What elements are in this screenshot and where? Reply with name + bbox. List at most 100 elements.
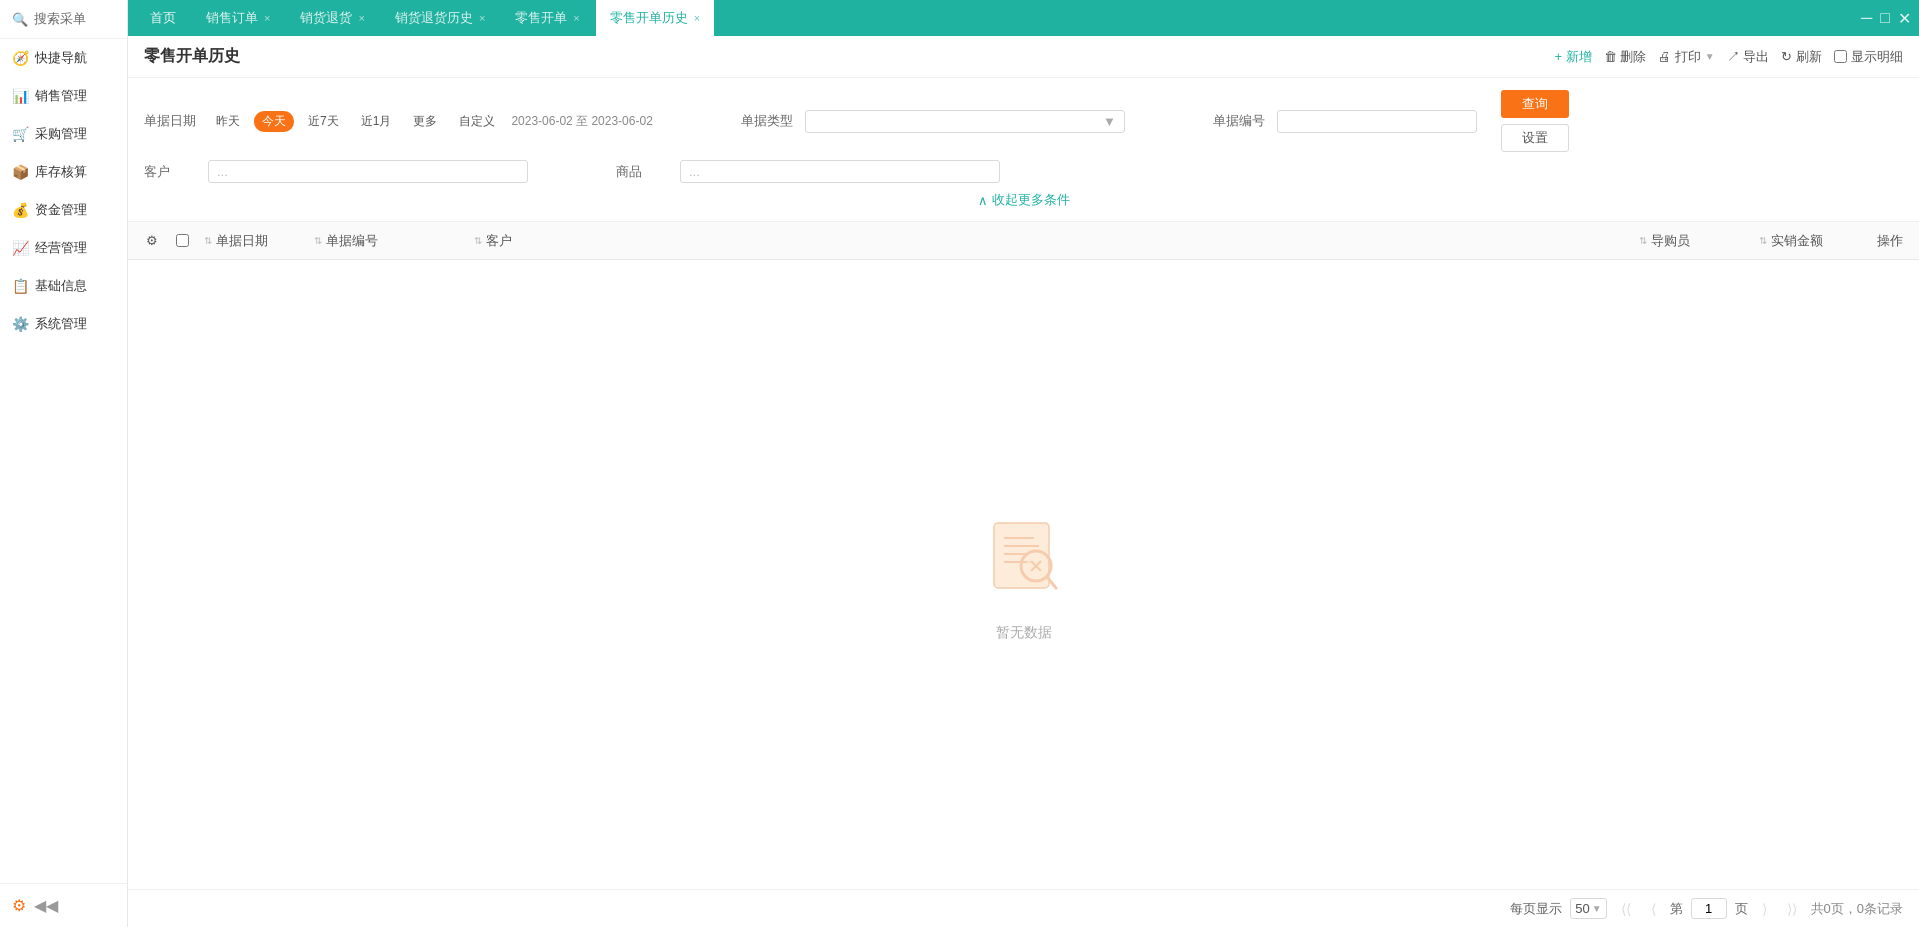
display-detail-toggle[interactable]: 显示明细 <box>1834 48 1903 66</box>
inventory-icon: 📦 <box>12 164 29 180</box>
sidebar-item-label: 库存核算 <box>35 163 87 181</box>
print-dropdown-icon[interactable]: ▼ <box>1705 51 1715 62</box>
display-detail-checkbox[interactable] <box>1834 50 1847 63</box>
tab-close-icon[interactable]: × <box>264 12 270 24</box>
date-btn-custom[interactable]: 自定义 <box>451 111 503 132</box>
collapse-filter-row[interactable]: ∧ 收起更多条件 <box>144 191 1903 209</box>
add-button[interactable]: + 新增 <box>1554 48 1591 66</box>
export-label: ↗ 导出 <box>1727 48 1770 66</box>
sidebar-collapse-icon[interactable]: ◀◀ <box>34 896 58 915</box>
page-suffix: 页 <box>1735 900 1748 918</box>
sidebar-item-label: 系统管理 <box>35 315 87 333</box>
action-buttons: 查询 设置 <box>1501 90 1569 152</box>
number-filter-label: 单据编号 <box>1213 112 1269 130</box>
table-header-guide[interactable]: ⇅ 导购员 <box>1631 232 1731 250</box>
filter-area: 单据日期 昨天 今天 近7天 近1月 更多 自定义 2023-06-02 至 2… <box>128 78 1919 222</box>
sidebar-search-label: 搜索采单 <box>34 10 86 28</box>
col-label: 操作 <box>1877 232 1903 250</box>
sidebar-item-inventory[interactable]: 📦 库存核算 <box>0 153 127 191</box>
sidebar-item-finance[interactable]: 💰 资金管理 <box>0 191 127 229</box>
col-label: 客户 <box>486 232 512 250</box>
operations-icon: 📈 <box>12 240 29 256</box>
customer-filter-select[interactable]: ... <box>208 160 528 183</box>
sidebar-item-sales-mgmt[interactable]: 📊 销售管理 <box>0 77 127 115</box>
tab-label: 销售订单 <box>206 9 258 27</box>
system-icon: ⚙️ <box>12 316 29 332</box>
tab-sales-order[interactable]: 销售订单 × <box>192 0 284 36</box>
delete-button[interactable]: 🗑 删除 <box>1604 48 1647 66</box>
window-minimize-icon[interactable]: ─ <box>1861 9 1872 27</box>
filter-settings-button[interactable]: 设置 <box>1501 124 1569 152</box>
per-page-arrow: ▼ <box>1592 903 1602 914</box>
tab-retail-history[interactable]: 零售开单历史 × <box>596 0 714 36</box>
export-button[interactable]: ↗ 导出 <box>1727 48 1770 66</box>
date-btn-today[interactable]: 今天 <box>254 111 294 132</box>
date-btn-yesterday[interactable]: 昨天 <box>208 111 248 132</box>
empty-illustration <box>974 508 1074 608</box>
date-btn-1month[interactable]: 近1月 <box>353 111 400 132</box>
table-header-customer[interactable]: ⇅ 客户 <box>466 232 1631 250</box>
table-header: ⚙ ⇅ 单据日期 ⇅ 单据编号 ⇅ 客户 ⇅ 导购员 <box>128 222 1919 260</box>
page-input[interactable] <box>1691 898 1727 919</box>
date-btn-7days[interactable]: 近7天 <box>300 111 347 132</box>
table-header-amount[interactable]: ⇅ 实销金额 <box>1731 232 1831 250</box>
sidebar-search[interactable]: 🔍 搜索采单 <box>0 0 127 39</box>
window-close-icon[interactable]: ✕ <box>1898 9 1911 28</box>
per-page-select[interactable]: 50 ▼ <box>1570 898 1606 919</box>
page-label: 第 <box>1670 900 1683 918</box>
tab-sales-return[interactable]: 销货退货 × <box>286 0 378 36</box>
date-btn-more[interactable]: 更多 <box>405 111 445 132</box>
basic-info-icon: 📋 <box>12 278 29 294</box>
date-filter-options: 昨天 今天 近7天 近1月 更多 自定义 <box>208 111 503 132</box>
tab-close-icon[interactable]: × <box>479 12 485 24</box>
add-label: + 新增 <box>1554 48 1591 66</box>
tab-label: 销货退货 <box>300 9 352 27</box>
tabs-list: 首页 销售订单 × 销货退货 × 销货退货历史 × 零售开单 × 零售开单历史 … <box>136 0 714 36</box>
date-range-display: 2023-06-02 至 2023-06-02 <box>511 113 652 130</box>
select-all-checkbox[interactable] <box>176 234 189 247</box>
goods-filter-select[interactable]: ... <box>680 160 1000 183</box>
table-area: ⚙ ⇅ 单据日期 ⇅ 单据编号 ⇅ 客户 ⇅ 导购员 <box>128 222 1919 889</box>
sidebar-item-label: 资金管理 <box>35 201 87 219</box>
tab-close-icon[interactable]: × <box>358 12 364 24</box>
search-icon: 🔍 <box>12 12 28 27</box>
tab-close-icon[interactable]: × <box>694 12 700 24</box>
tab-label: 零售开单 <box>515 9 567 27</box>
purchase-icon: 🛒 <box>12 126 29 142</box>
refresh-button[interactable]: ↻ 刷新 <box>1781 48 1822 66</box>
print-label: 🖨 打印 <box>1658 48 1701 66</box>
type-filter-select[interactable]: ▼ <box>805 110 1125 133</box>
sort-icon: ⇅ <box>474 235 482 246</box>
page-next-btn[interactable]: ⟩ <box>1756 899 1773 919</box>
tab-home[interactable]: 首页 <box>136 0 190 36</box>
page-total: 共0页，0条记录 <box>1811 900 1903 918</box>
sidebar-item-basic-info[interactable]: 📋 基础信息 <box>0 267 127 305</box>
delete-label: 🗑 删除 <box>1604 48 1647 66</box>
sort-icon: ⇅ <box>1639 235 1647 246</box>
table-settings-icon[interactable]: ⚙ <box>136 233 168 248</box>
sidebar-item-operations[interactable]: 📈 经营管理 <box>0 229 127 267</box>
sidebar-item-system-mgmt[interactable]: ⚙️ 系统管理 <box>0 305 127 343</box>
sidebar-item-quick-nav[interactable]: 🧭 快捷导航 <box>0 39 127 77</box>
table-header-number[interactable]: ⇅ 单据编号 <box>306 232 466 250</box>
table-header-date[interactable]: ⇅ 单据日期 <box>196 232 306 250</box>
tab-retail-open[interactable]: 零售开单 × <box>501 0 593 36</box>
settings-gear-icon[interactable]: ⚙ <box>12 896 26 915</box>
page-last-btn[interactable]: ⟩⟩ <box>1781 899 1803 919</box>
query-button[interactable]: 查询 <box>1501 90 1569 118</box>
window-controls: ─ □ ✕ <box>1861 9 1911 28</box>
table-header-checkbox[interactable] <box>168 234 196 247</box>
collapse-label: 收起更多条件 <box>992 191 1070 209</box>
sidebar-item-purchase-mgmt[interactable]: 🛒 采购管理 <box>0 115 127 153</box>
number-filter-input[interactable] <box>1277 110 1477 133</box>
print-button[interactable]: 🖨 打印 ▼ <box>1658 48 1715 66</box>
tab-sales-return-history[interactable]: 销货退货历史 × <box>381 0 499 36</box>
window-maximize-icon[interactable]: □ <box>1880 9 1890 27</box>
tab-close-icon[interactable]: × <box>573 12 579 24</box>
finance-icon: 💰 <box>12 202 29 218</box>
page-first-btn[interactable]: ⟨⟨ <box>1615 899 1637 919</box>
col-label: 单据编号 <box>326 232 378 250</box>
sort-icon: ⇅ <box>1759 235 1767 246</box>
col-label: 单据日期 <box>216 232 268 250</box>
page-prev-btn[interactable]: ⟨ <box>1645 899 1662 919</box>
